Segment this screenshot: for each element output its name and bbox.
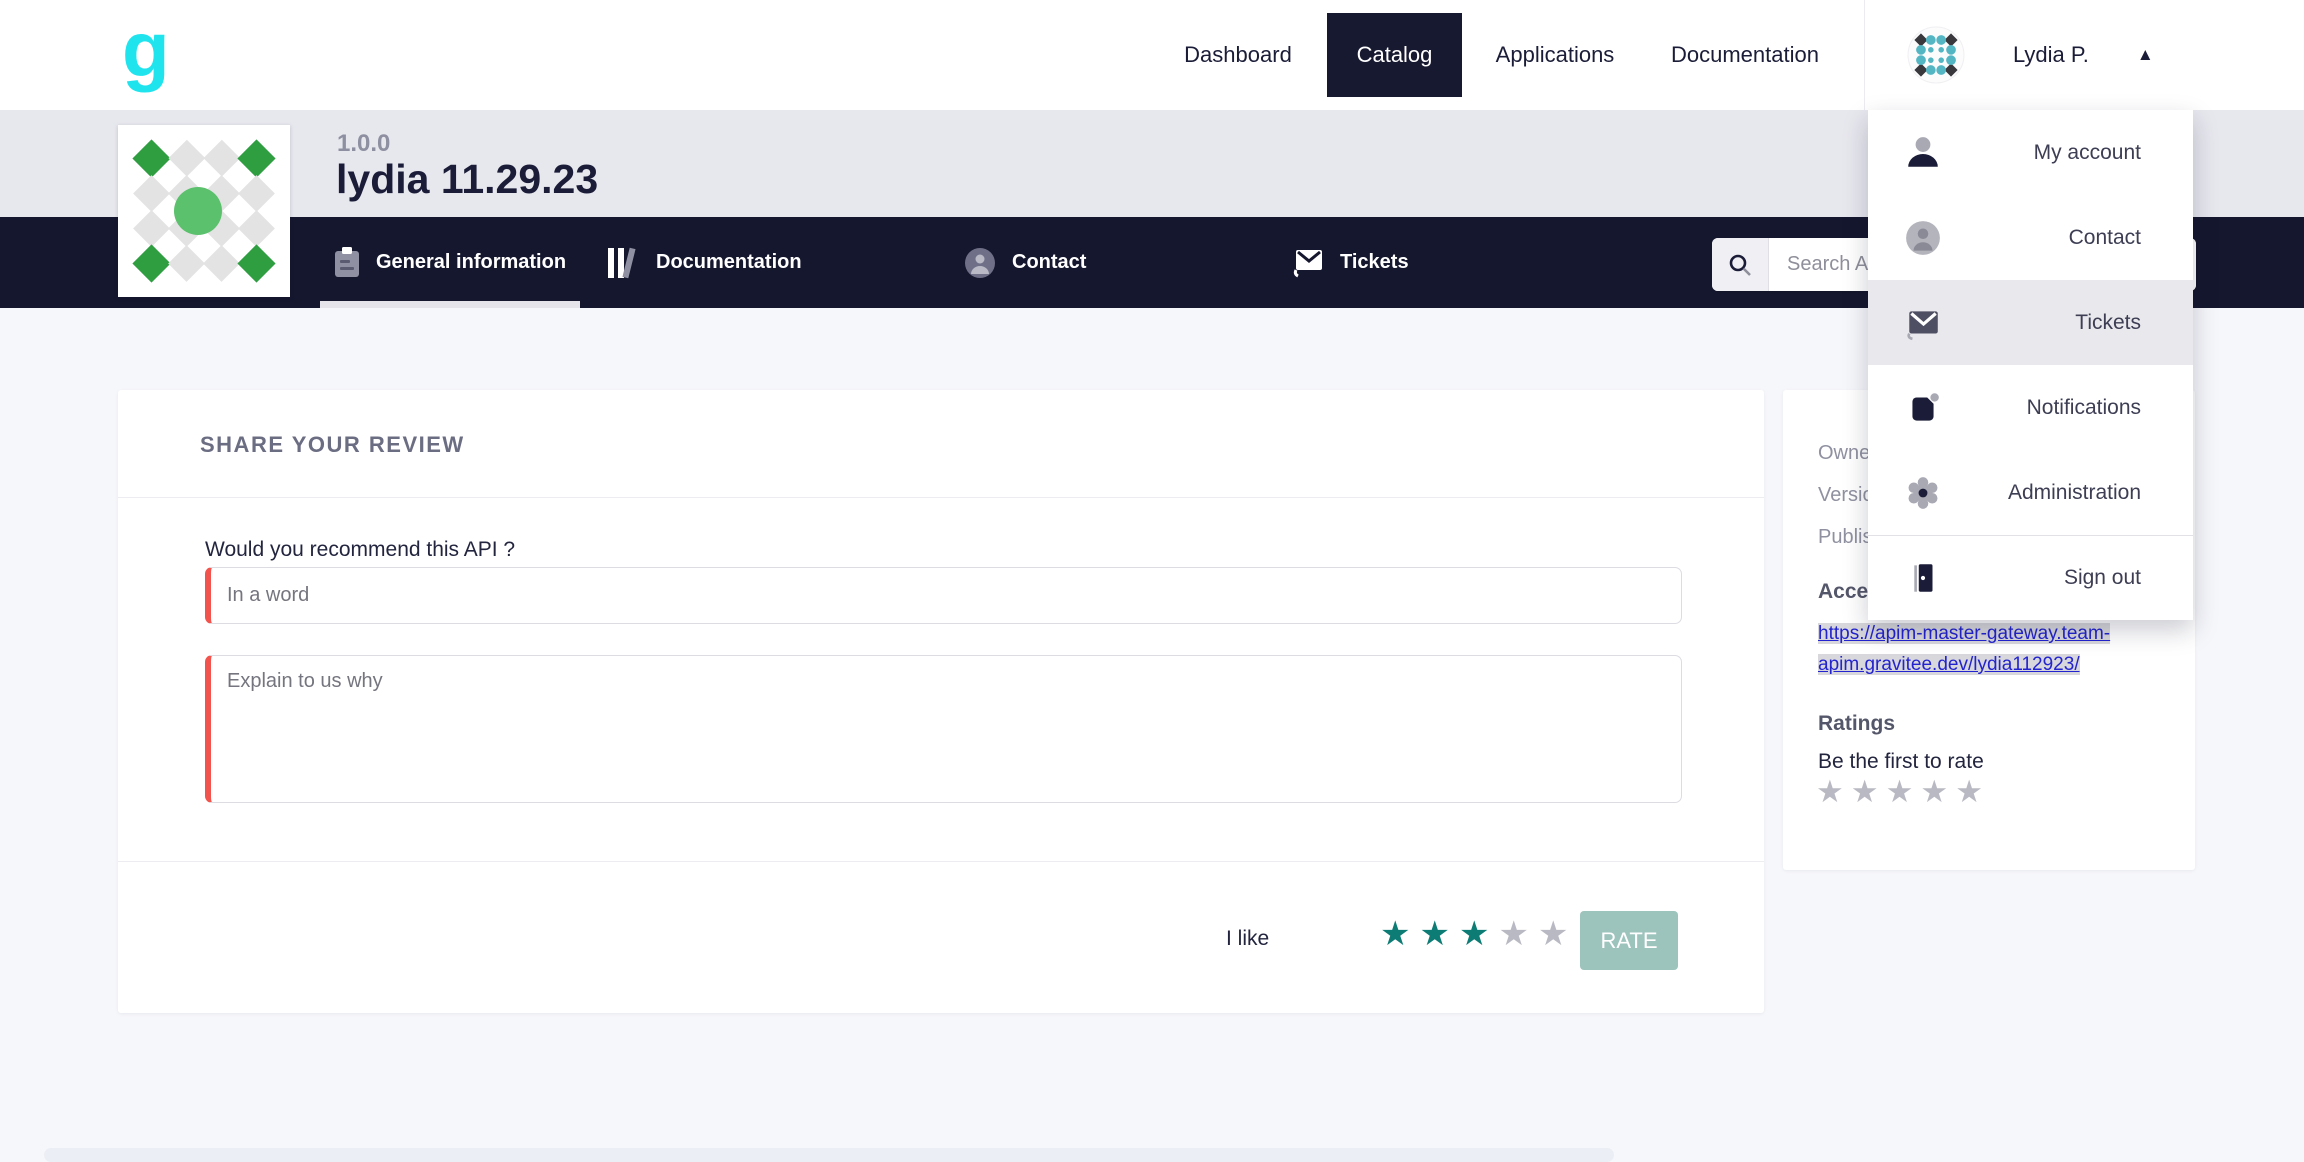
tab-label: General information — [376, 251, 566, 274]
tab-general-information[interactable]: General information — [334, 217, 566, 308]
star-icon[interactable]: ★ — [1955, 774, 1990, 809]
menu-item-notifications[interactable]: Notifications — [1868, 365, 2193, 450]
person-circle-icon — [964, 247, 996, 279]
search-icon-box — [1712, 238, 1769, 291]
nav-catalog[interactable]: Catalog — [1327, 13, 1462, 97]
ratings-heading: Ratings — [1818, 712, 1895, 736]
nav-documentation[interactable]: Documentation — [1660, 0, 1830, 110]
api-avatar — [118, 125, 290, 297]
user-name: Lydia P. — [2013, 42, 2089, 68]
review-why-textarea[interactable] — [205, 655, 1682, 803]
tab-label: Documentation — [656, 251, 802, 274]
menu-item-tickets[interactable]: Tickets — [1868, 280, 2193, 365]
menu-item-label: Contact — [2069, 226, 2141, 250]
share-review-card: SHARE YOUR REVIEW Would you recommend th… — [118, 390, 1764, 1013]
tab-documentation[interactable]: Documentation — [606, 217, 802, 308]
star-icon[interactable]: ★ — [1498, 915, 1537, 953]
tab-contact[interactable]: Contact — [964, 217, 1086, 308]
star-icon[interactable]: ★ — [1380, 915, 1419, 953]
tab-label: Tickets — [1340, 251, 1409, 274]
page-bottom-shade — [44, 1148, 1614, 1162]
divider — [118, 497, 1764, 498]
notification-icon — [1904, 389, 1942, 427]
contact-person-icon — [1904, 219, 1942, 257]
star-icon[interactable]: ★ — [1538, 915, 1577, 953]
menu-item-sign-out[interactable]: Sign out — [1868, 535, 2193, 620]
person-icon — [1904, 134, 1942, 172]
gear-icon — [1904, 474, 1942, 512]
gravitee-logo[interactable]: g — [122, 0, 170, 104]
nav-dashboard[interactable]: Dashboard — [1168, 0, 1308, 110]
top-header: g Dashboard Catalog Applications Documen… — [0, 0, 2304, 110]
user-dropdown-menu: My account Contact Tickets Notifications — [1868, 110, 2193, 620]
clipboard-icon — [334, 247, 360, 278]
envelope-icon — [1904, 304, 1942, 342]
tab-label: Contact — [1012, 251, 1086, 274]
caret-up-icon: ▲ — [2137, 45, 2154, 65]
star-icon[interactable]: ★ — [1816, 774, 1851, 809]
menu-item-contact[interactable]: Contact — [1868, 195, 2193, 280]
menu-item-my-account[interactable]: My account — [1868, 110, 2193, 195]
star-icon[interactable]: ★ — [1920, 774, 1955, 809]
books-icon — [606, 247, 640, 279]
star-icon[interactable]: ★ — [1419, 915, 1458, 953]
recommend-question: Would you recommend this API ? — [205, 538, 515, 562]
rating-caption: I like — [1226, 927, 1269, 951]
menu-item-label: My account — [2034, 141, 2141, 165]
ratings-empty-text: Be the first to rate — [1818, 750, 1984, 774]
review-word-input[interactable] — [205, 567, 1682, 624]
rating-stars[interactable]: ★★★★★ — [1380, 914, 1577, 954]
gateway-url-link[interactable]: https://apim-master-gateway.team- apim.g… — [1818, 618, 2110, 680]
tab-tickets[interactable]: Tickets — [1292, 217, 1409, 308]
active-tab-underline — [320, 301, 580, 308]
api-title: lydia 11.29.23 — [336, 156, 598, 203]
review-card-title: SHARE YOUR REVIEW — [200, 432, 465, 458]
sidebar-rating-stars[interactable]: ★★★★★ — [1816, 774, 1990, 810]
nav-applications[interactable]: Applications — [1480, 0, 1630, 110]
rate-button[interactable]: RATE — [1580, 911, 1678, 970]
menu-item-label: Notifications — [2027, 396, 2141, 420]
star-icon[interactable]: ★ — [1851, 774, 1886, 809]
search-icon — [1728, 253, 1752, 277]
menu-item-label: Administration — [2008, 481, 2141, 505]
star-icon[interactable]: ★ — [1886, 774, 1921, 809]
menu-item-label: Tickets — [2075, 311, 2141, 335]
divider — [118, 861, 1764, 862]
api-version: 1.0.0 — [337, 130, 390, 158]
menu-item-administration[interactable]: Administration — [1868, 450, 2193, 535]
menu-item-label: Sign out — [2064, 566, 2141, 590]
user-avatar — [1907, 26, 1965, 84]
door-icon — [1904, 559, 1942, 597]
star-icon[interactable]: ★ — [1459, 915, 1498, 953]
user-menu-trigger[interactable]: Lydia P. ▲ — [1895, 0, 2154, 110]
envelope-icon — [1292, 248, 1324, 278]
header-divider — [1864, 0, 1865, 110]
